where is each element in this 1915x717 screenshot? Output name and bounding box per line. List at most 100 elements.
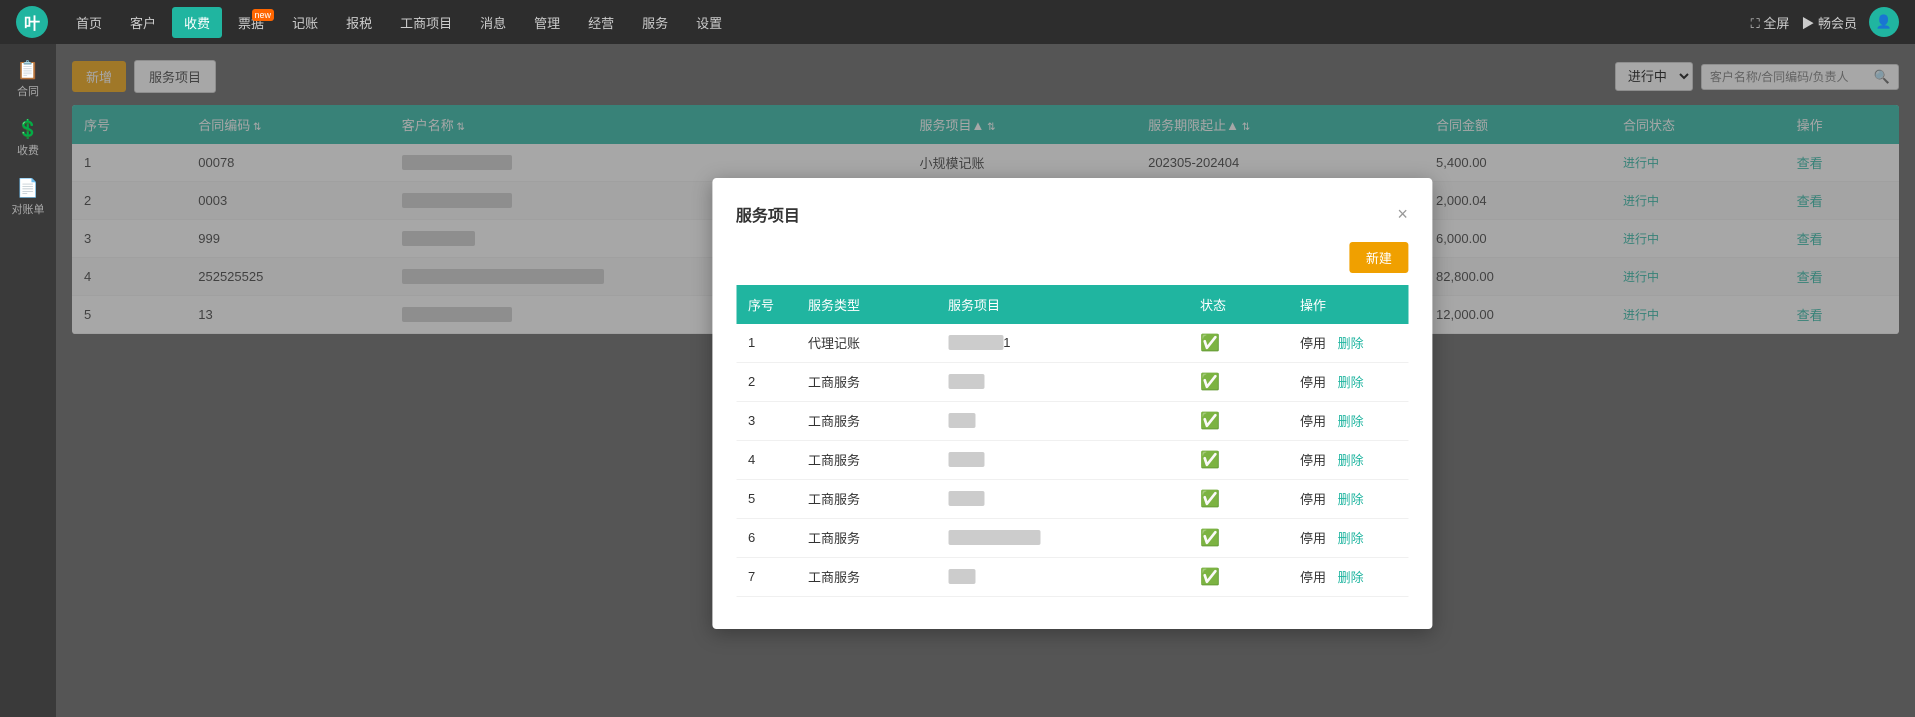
- reconcile-icon: 📄: [7, 178, 49, 199]
- modal-col-status: 状态: [1188, 285, 1288, 324]
- modal-close-button[interactable]: ×: [1397, 205, 1408, 223]
- new-badge: new: [252, 9, 275, 21]
- nav-item-service[interactable]: 服务: [630, 7, 680, 38]
- modal-new-button[interactable]: 新建: [1350, 242, 1408, 273]
- nav-item-client[interactable]: 客户: [118, 7, 168, 38]
- modal-table-row: 6 工商服务 ██████████ ✅ 停用 删除: [736, 518, 1408, 557]
- stop-button[interactable]: 停用: [1300, 453, 1326, 468]
- modal-cell-seq: 4: [736, 440, 796, 479]
- modal-cell-item: ████: [936, 362, 1188, 401]
- modal-cell-item: ███: [936, 557, 1188, 596]
- delete-button[interactable]: 删除: [1338, 336, 1364, 351]
- modal-cell-type: 工商服务: [796, 518, 936, 557]
- modal-cell-item: ████注册: [936, 596, 1188, 605]
- delete-button[interactable]: 删除: [1338, 453, 1364, 468]
- modal-cell-item: ██████1: [936, 324, 1188, 363]
- modal-cell-seq: 3: [736, 401, 796, 440]
- modal-header: 服务项目 ×: [736, 202, 1408, 226]
- modal-table-row: 1 代理记账 ██████1 ✅ 停用 删除: [736, 324, 1408, 363]
- modal-cell-action: 停用 删除: [1288, 557, 1408, 596]
- modal-table-row: 4 工商服务 ████ ✅ 停用 删除: [736, 440, 1408, 479]
- modal-cell-status: ✅: [1188, 557, 1288, 596]
- nav-item-bizproject[interactable]: 工商项目: [388, 7, 464, 38]
- stop-button[interactable]: 停用: [1300, 492, 1326, 507]
- modal-toolbar: 新建: [736, 242, 1408, 273]
- modal-col-action: 操作: [1288, 285, 1408, 324]
- modal-cell-item: ████: [936, 440, 1188, 479]
- nav-item-bookkeep[interactable]: 记账: [280, 7, 330, 38]
- modal-cell-type: 工商服务: [796, 440, 936, 479]
- top-nav-right: ⛶ 全屏 ▶ 畅会员 👤: [1751, 7, 1899, 37]
- modal-cell-status: ✅: [1188, 324, 1288, 363]
- top-navigation: 叶 首页 客户 收费 票据new 记账 报税 工商项目 消息 管理 经营 服务 …: [0, 0, 1915, 44]
- sidebar-item-reconcile-label: 对账单: [7, 201, 49, 217]
- modal-table-row: 8 工商服务 ████注册 ✅ 停用 删除: [736, 596, 1408, 605]
- modal-cell-status: ✅: [1188, 440, 1288, 479]
- sidebar-item-fee-label: 收费: [7, 142, 49, 158]
- modal-cell-action: 停用 删除: [1288, 401, 1408, 440]
- app-logo: 叶: [16, 6, 48, 38]
- modal-table-wrapper: 序号 服务类型 服务项目 状态 操作 1 代理记账 ██████1 ✅: [736, 285, 1408, 605]
- user-avatar[interactable]: 👤: [1869, 7, 1899, 37]
- sidebar-item-contract[interactable]: 📋 合同: [3, 52, 53, 107]
- nav-item-manage[interactable]: 管理: [522, 7, 572, 38]
- modal-cell-action: 停用 删除: [1288, 596, 1408, 605]
- nav-item-operation[interactable]: 经营: [576, 7, 626, 38]
- modal-cell-seq: 7: [736, 557, 796, 596]
- sidebar: 📋 合同 💲 收费 📄 对账单: [0, 44, 56, 717]
- sidebar-item-fee[interactable]: 💲 收费: [3, 111, 53, 166]
- modal-cell-status: ✅: [1188, 479, 1288, 518]
- modal-col-seq: 序号: [736, 285, 796, 324]
- fullscreen-btn[interactable]: ⛶ 全屏: [1751, 13, 1790, 32]
- stop-button[interactable]: 停用: [1300, 531, 1326, 546]
- stop-button[interactable]: 停用: [1300, 414, 1326, 429]
- modal-cell-action: 停用 删除: [1288, 362, 1408, 401]
- modal-col-type: 服务类型: [796, 285, 936, 324]
- service-items-table: 序号 服务类型 服务项目 状态 操作 1 代理记账 ██████1 ✅: [736, 285, 1408, 605]
- modal-cell-type: 工商服务: [796, 401, 936, 440]
- modal-cell-item: ██████████: [936, 518, 1188, 557]
- stop-button[interactable]: 停用: [1300, 336, 1326, 351]
- nav-item-settings[interactable]: 设置: [684, 7, 734, 38]
- modal-cell-seq: 1: [736, 324, 796, 363]
- modal-col-item: 服务项目: [936, 285, 1188, 324]
- modal-cell-item: ███: [936, 401, 1188, 440]
- modal-cell-action: 停用 删除: [1288, 440, 1408, 479]
- nav-item-bill[interactable]: 票据new: [226, 7, 276, 38]
- modal-table-row: 3 工商服务 ███ ✅ 停用 删除: [736, 401, 1408, 440]
- nav-item-tax[interactable]: 报税: [334, 7, 384, 38]
- modal-cell-action: 停用 删除: [1288, 479, 1408, 518]
- modal-cell-type: 代理记账: [796, 324, 936, 363]
- modal-cell-type: 工商服务: [796, 557, 936, 596]
- delete-button[interactable]: 删除: [1338, 492, 1364, 507]
- member-btn[interactable]: ▶ 畅会员: [1801, 13, 1857, 32]
- delete-button[interactable]: 删除: [1338, 414, 1364, 429]
- modal-cell-seq: 6: [736, 518, 796, 557]
- modal-table-row: 2 工商服务 ████ ✅ 停用 删除: [736, 362, 1408, 401]
- nav-item-fee[interactable]: 收费: [172, 7, 222, 38]
- stop-button[interactable]: 停用: [1300, 570, 1326, 585]
- stop-button[interactable]: 停用: [1300, 375, 1326, 390]
- nav-item-message[interactable]: 消息: [468, 7, 518, 38]
- modal-cell-status: ✅: [1188, 596, 1288, 605]
- content-area: 新增 服务项目 进行中 全部 已完成 已终止 🔍 序号 合同: [56, 44, 1915, 717]
- sidebar-item-contract-label: 合同: [7, 83, 49, 99]
- modal-cell-type: 工商服务: [796, 479, 936, 518]
- modal-cell-type: 工商服务: [796, 362, 936, 401]
- fee-icon: 💲: [7, 119, 49, 140]
- contract-icon: 📋: [7, 60, 49, 81]
- modal-table-row: 5 工商服务 ████ ✅ 停用 删除: [736, 479, 1408, 518]
- main-layout: 📋 合同 💲 收费 📄 对账单 新增 服务项目 进行中 全部 已完成 已终止: [0, 44, 1915, 717]
- modal-title: 服务项目: [736, 202, 800, 226]
- modal-cell-seq: 2: [736, 362, 796, 401]
- delete-button[interactable]: 删除: [1338, 570, 1364, 585]
- delete-button[interactable]: 删除: [1338, 531, 1364, 546]
- modal-cell-seq: 8: [736, 596, 796, 605]
- nav-item-home[interactable]: 首页: [64, 7, 114, 38]
- delete-button[interactable]: 删除: [1338, 375, 1364, 390]
- modal-cell-action: 停用 删除: [1288, 518, 1408, 557]
- modal-cell-status: ✅: [1188, 401, 1288, 440]
- sidebar-item-reconcile[interactable]: 📄 对账单: [3, 170, 53, 225]
- modal-cell-status: ✅: [1188, 518, 1288, 557]
- modal-cell-action: 停用 删除: [1288, 324, 1408, 363]
